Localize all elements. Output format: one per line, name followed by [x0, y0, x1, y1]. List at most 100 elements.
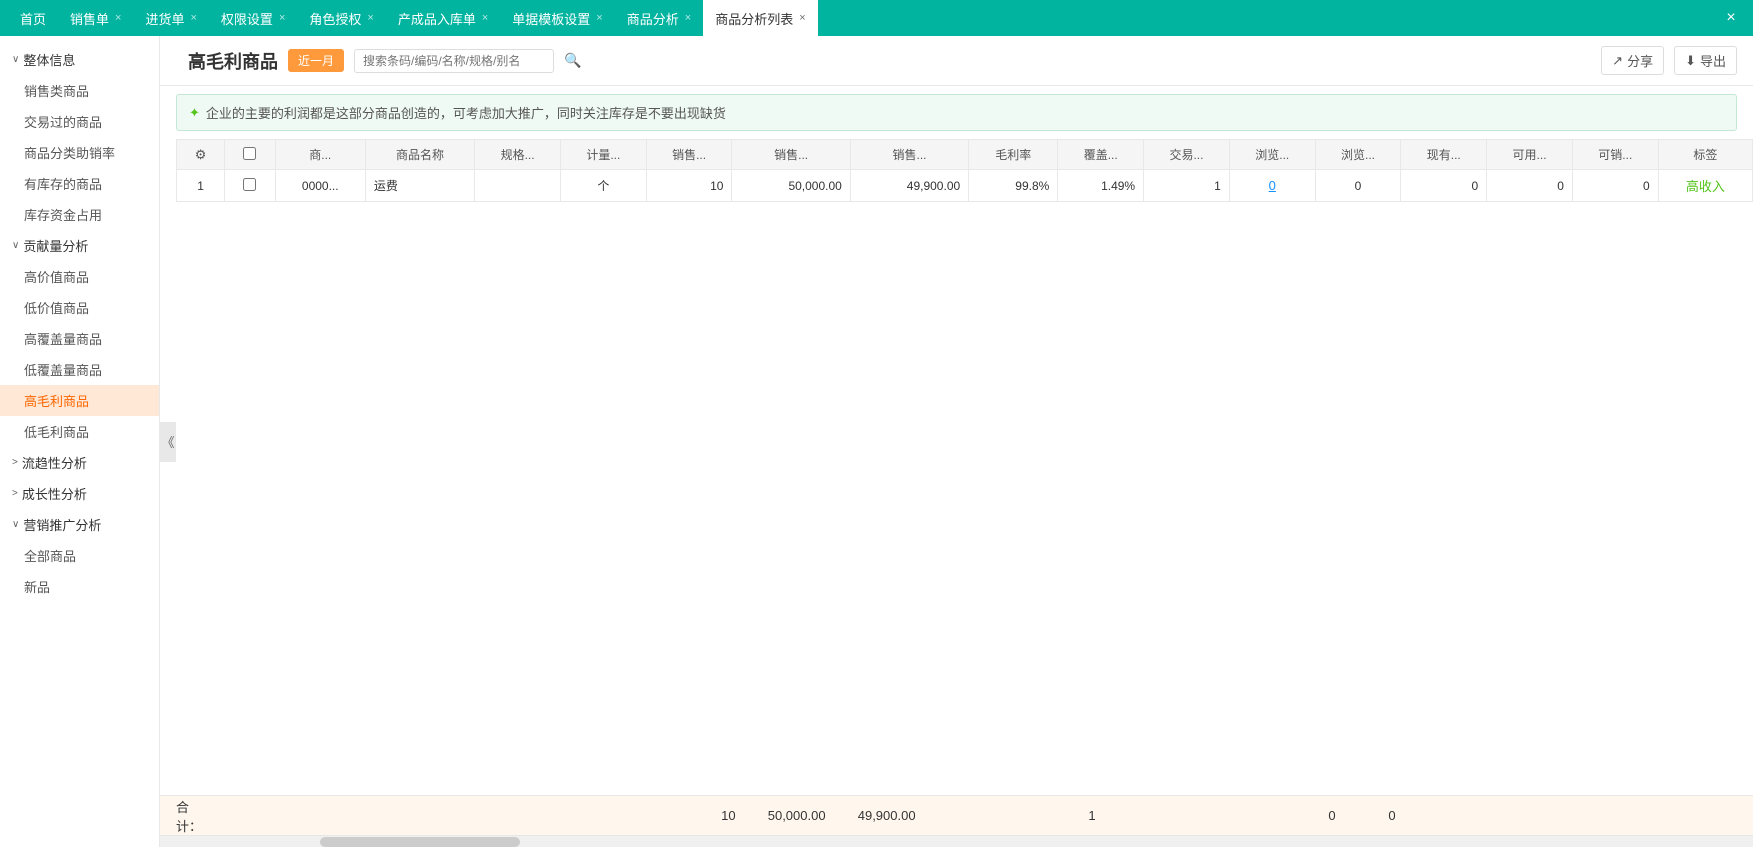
- nav-item-商品分析[interactable]: 商品分析×: [615, 0, 703, 36]
- footer-label: 合计：: [176, 797, 214, 835]
- main-layout: ∨ 整体信息销售类商品交易过的商品商品分类助销率有库存的商品库存资金占用 ∨ 贡献量分…: [0, 36, 1753, 847]
- col-header-txCount[interactable]: 交易...: [1144, 140, 1230, 170]
- sidebar-item-销售类商品[interactable]: 销售类商品: [0, 75, 159, 106]
- col-header-spec[interactable]: 规格...: [475, 140, 561, 170]
- nav-close-icon[interactable]: ×: [596, 12, 602, 24]
- col-header-views1[interactable]: 浏览...: [1229, 140, 1315, 170]
- search-input[interactable]: [354, 49, 554, 73]
- nav-item-商品分析列表[interactable]: 商品分析列表×: [703, 0, 817, 36]
- footer-cell-6: 10: [684, 808, 744, 823]
- table-wrapper[interactable]: ⚙商...商品名称规格...计量...销售...销售...销售...毛利率覆盖.…: [160, 139, 1753, 795]
- cell-name: 运费: [365, 170, 474, 202]
- col-header-available[interactable]: 可用...: [1487, 140, 1573, 170]
- nav-close-icon[interactable]: ×: [190, 12, 196, 24]
- col-header-stock[interactable]: 现有...: [1401, 140, 1487, 170]
- share-button[interactable]: ↗ 分享: [1601, 46, 1664, 75]
- cell-salesAmt: 50,000.00: [732, 170, 850, 202]
- cell-unit: 个: [560, 170, 646, 202]
- select-all-checkbox[interactable]: [243, 147, 256, 160]
- cell-settings: 1: [177, 170, 225, 202]
- col-header-tag[interactable]: 标签: [1658, 140, 1752, 170]
- arrow-icon: >: [12, 488, 18, 499]
- sidebar-item-低覆盖量商品[interactable]: 低覆盖量商品: [0, 354, 159, 385]
- col-header-name[interactable]: 商品名称: [365, 140, 474, 170]
- col-header-salesQty[interactable]: 销售...: [646, 140, 732, 170]
- window-close-button[interactable]: ×: [1717, 4, 1745, 32]
- filter-period-button[interactable]: 近一月: [288, 49, 344, 72]
- sidebar-section-贡献量分析[interactable]: ∨ 贡献量分析: [0, 230, 159, 261]
- sidebar-item-低毛利商品[interactable]: 低毛利商品: [0, 416, 159, 447]
- nav-item-角色授权[interactable]: 角色授权×: [297, 0, 385, 36]
- cell-available: 0: [1487, 170, 1573, 202]
- cell-code: 0000...: [275, 170, 365, 202]
- nav-close-icon[interactable]: ×: [279, 12, 285, 24]
- data-table: ⚙商...商品名称规格...计量...销售...销售...销售...毛利率覆盖.…: [176, 139, 1753, 202]
- cell-checkbox[interactable]: [225, 170, 275, 202]
- section-label: 整体信息: [23, 50, 75, 69]
- col-header-salesCost[interactable]: 销售...: [850, 140, 968, 170]
- row-checkbox[interactable]: [243, 178, 256, 191]
- col-header-views2[interactable]: 浏览...: [1315, 140, 1401, 170]
- col-header-sellable[interactable]: 可销...: [1572, 140, 1658, 170]
- sidebar-item-高覆盖量商品[interactable]: 高覆盖量商品: [0, 323, 159, 354]
- cell-views2: 0: [1315, 170, 1401, 202]
- cell-txCount: 1: [1144, 170, 1230, 202]
- cell-coverage: 1.49%: [1058, 170, 1144, 202]
- nav-item-首页[interactable]: 首页: [8, 0, 58, 36]
- col-header-salesAmt[interactable]: 销售...: [732, 140, 850, 170]
- col-header-unit[interactable]: 计量...: [560, 140, 646, 170]
- nav-item-销售单[interactable]: 销售单×: [58, 0, 133, 36]
- arrow-icon: ∨: [12, 240, 19, 251]
- nav-close-icon[interactable]: ×: [799, 12, 805, 24]
- sidebar-item-高毛利商品[interactable]: 高毛利商品: [0, 385, 159, 416]
- footer-cell-11: 1: [1044, 808, 1104, 823]
- sidebar-section-整体信息[interactable]: ∨ 整体信息: [0, 44, 159, 75]
- export-button[interactable]: ⬇ 导出: [1674, 46, 1737, 75]
- footer-cell-16: 0: [1344, 808, 1404, 823]
- export-icon: ⬇: [1685, 53, 1696, 69]
- sidebar-section-成长性分析[interactable]: >成长性分析: [0, 478, 159, 509]
- sidebar-item-有库存的商品[interactable]: 有库存的商品: [0, 168, 159, 199]
- sidebar-item-库存资金占用[interactable]: 库存资金占用: [0, 199, 159, 230]
- col-header-code[interactable]: 商...: [275, 140, 365, 170]
- sidebar-item-低价值商品[interactable]: 低价值商品: [0, 292, 159, 323]
- nav-item-单据模板设置[interactable]: 单据模板设置×: [500, 0, 614, 36]
- arrow-icon: ∨: [12, 54, 19, 65]
- sidebar-section-流趋性分析[interactable]: >流趋性分析: [0, 447, 159, 478]
- nav-item-产成品入库单[interactable]: 产成品入库单×: [386, 0, 500, 36]
- nav-close-icon[interactable]: ×: [115, 12, 121, 24]
- col-header-coverage[interactable]: 覆盖...: [1058, 140, 1144, 170]
- cell-sellable: 0: [1572, 170, 1658, 202]
- share-icon: ↗: [1612, 53, 1623, 69]
- nav-close-icon[interactable]: ×: [482, 12, 488, 24]
- link-cell[interactable]: 0: [1269, 178, 1276, 193]
- sidebar-item-新品[interactable]: 新品: [0, 571, 159, 602]
- sidebar-item-高价值商品[interactable]: 高价值商品: [0, 261, 159, 292]
- nav-item-进货单[interactable]: 进货单×: [133, 0, 208, 36]
- nav-close-icon[interactable]: ×: [367, 12, 373, 24]
- scrollbar-thumb[interactable]: [320, 837, 520, 847]
- sidebar-collapse-button[interactable]: 《: [160, 422, 176, 462]
- col-header-checkbox[interactable]: [225, 140, 275, 170]
- horizontal-scrollbar[interactable]: [160, 835, 1753, 847]
- col-header-grossRate[interactable]: 毛利率: [969, 140, 1058, 170]
- nav-item-权限设置[interactable]: 权限设置×: [209, 0, 297, 36]
- footer-cell-15: 0: [1284, 808, 1344, 823]
- nav-close-icon[interactable]: ×: [685, 12, 691, 24]
- search-button[interactable]: 🔍: [564, 52, 581, 69]
- cell-tag: 高收入: [1658, 170, 1752, 202]
- section-label: 营销推广分析: [23, 515, 101, 534]
- cell-spec: [475, 170, 561, 202]
- sidebar-item-交易过的商品[interactable]: 交易过的商品: [0, 106, 159, 137]
- sidebar-item-全部商品[interactable]: 全部商品: [0, 540, 159, 571]
- col-header-settings[interactable]: ⚙: [177, 140, 225, 170]
- section-label: 贡献量分析: [23, 236, 88, 255]
- cell-grossRate: 99.8%: [969, 170, 1058, 202]
- cell-views1[interactable]: 0: [1229, 170, 1315, 202]
- sidebar-section-营销推广分析[interactable]: ∨营销推广分析: [0, 509, 159, 540]
- footer-cell-7: 50,000.00: [744, 808, 834, 823]
- cell-salesQty: 10: [646, 170, 732, 202]
- settings-icon[interactable]: ⚙: [195, 147, 207, 162]
- sidebar-item-商品分类助销率[interactable]: 商品分类助销率: [0, 137, 159, 168]
- collapse-icon: 《: [161, 432, 174, 451]
